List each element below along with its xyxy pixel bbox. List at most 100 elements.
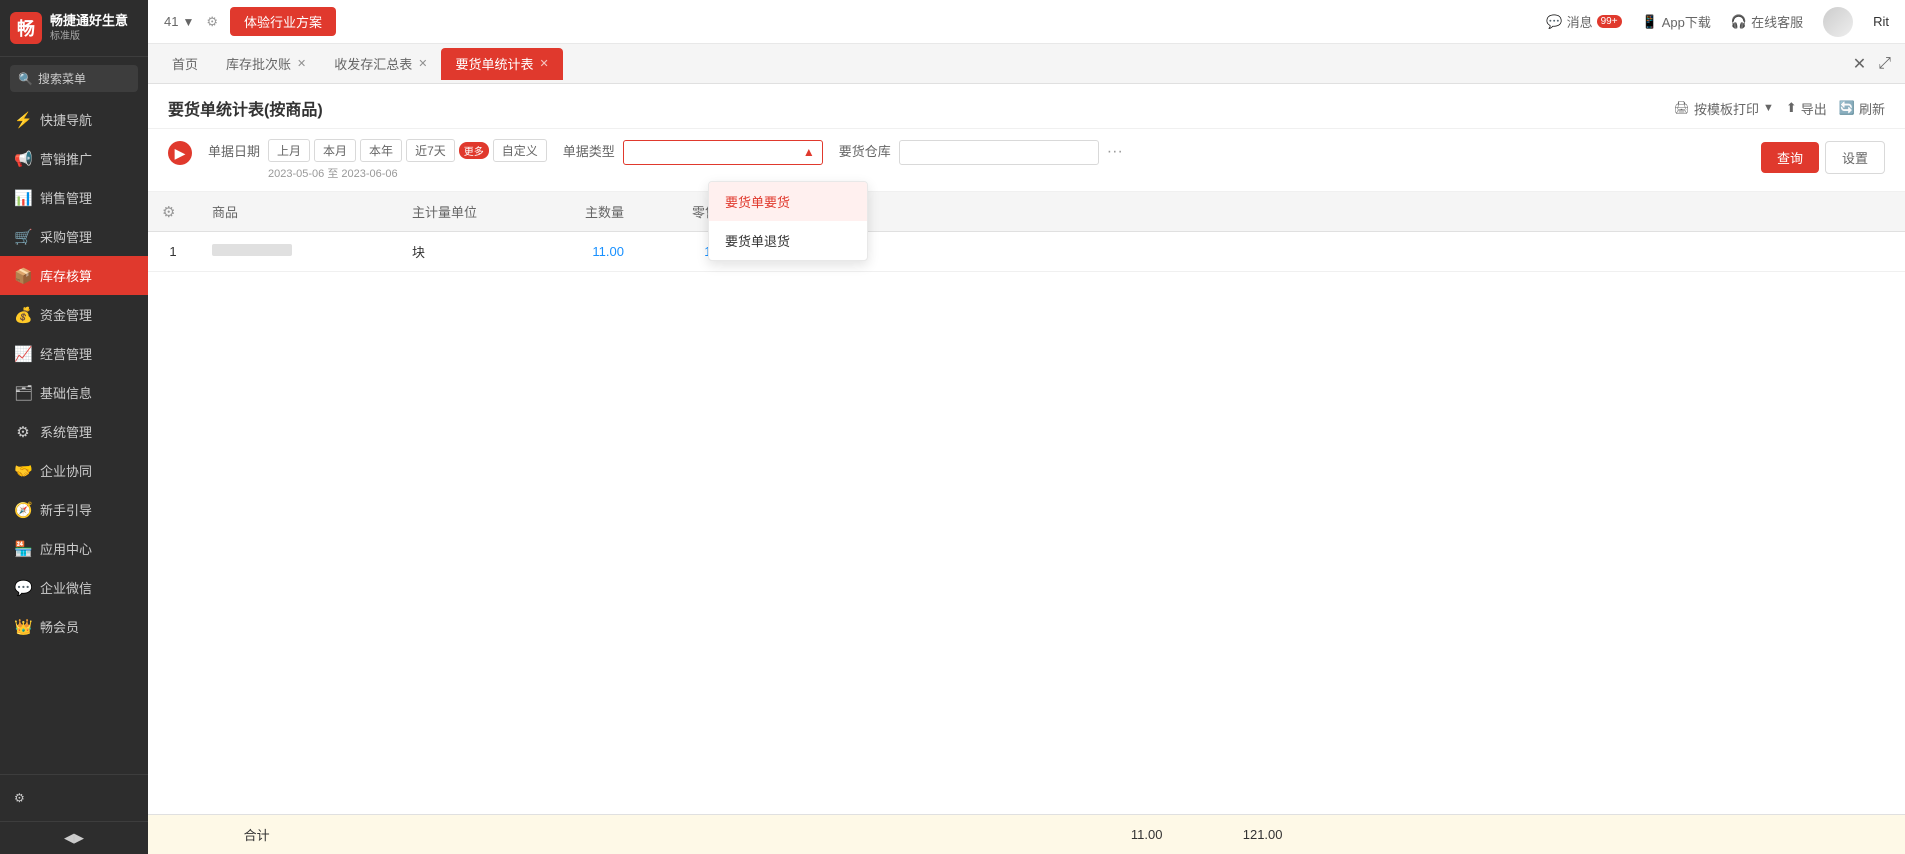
sidebar-item-marketing[interactable]: 📢 营销推广 — [0, 139, 148, 178]
guide-icon: 🧭 — [14, 501, 32, 519]
date-filter-section: 单据日期 上月 本月 本年 近7天 更多 自定义 2023-05-06 至 20… — [208, 139, 547, 181]
dropdown-item-order-goods[interactable]: 要货单要货 — [709, 182, 867, 221]
quick-date-this-year[interactable]: 本年 — [360, 139, 402, 162]
tabs-actions: ✕ ⤢ — [1849, 50, 1895, 78]
sidebar-item-inventory[interactable]: 📦 库存核算 — [0, 256, 148, 295]
tab-summary[interactable]: 收发存汇总表 ✕ — [320, 48, 441, 80]
operations-icon: 📈 — [14, 345, 32, 363]
cell-unit: 块 — [398, 232, 518, 272]
logo-text: 畅捷通好生意 标准版 — [50, 12, 128, 44]
print-dropdown-icon: ▼ — [1763, 102, 1774, 114]
tab-home-label: 首页 — [172, 54, 198, 73]
data-table: ⚙ 商品 主计量单位 主数量 零售金额 1 — [148, 192, 1905, 272]
qty-link[interactable]: 11.00 — [592, 244, 624, 259]
message-icon: 💬 — [1546, 14, 1562, 30]
quick-date-buttons: 上月 本月 本年 近7天 更多 自定义 — [268, 139, 547, 162]
footer-amount: 121.00 — [1177, 827, 1297, 842]
sidebar-search-menu[interactable]: 🔍 搜索菜单 — [10, 65, 138, 92]
tab-home[interactable]: 首页 — [158, 48, 212, 80]
finance-label: 资金管理 — [40, 305, 92, 324]
type-input-wrap: ▲ — [623, 140, 823, 165]
sidebar-item-shortcuts[interactable]: ⚡ 快捷导航 — [0, 100, 148, 139]
page-actions: 🖨 按模板打印 ▼ ⬆ 导出 🔄 刷新 — [1673, 99, 1885, 118]
print-icon: 🖨 — [1673, 100, 1690, 116]
messages-button[interactable]: 💬 消息 99+ — [1546, 12, 1621, 31]
content-area: 要货单统计表(按商品) 🖨 按模板打印 ▼ ⬆ 导出 🔄 刷新 ▶ — [148, 84, 1905, 854]
logo-icon: 畅 — [10, 12, 42, 44]
footer-total-label: 合计 — [162, 825, 462, 844]
sidebar-item-system[interactable]: ⚙ 系统管理 — [0, 412, 148, 451]
quick-date-last-month[interactable]: 上月 — [268, 139, 310, 162]
tab-expand-button[interactable]: ⤢ — [1874, 51, 1895, 77]
filter-actions: 查询 设置 — [1761, 141, 1885, 174]
tab-order-stats[interactable]: 要货单统计表 ✕ — [441, 48, 562, 80]
bottom-settings-icon: ⚙ — [14, 791, 25, 805]
type-filter-input[interactable] — [623, 140, 823, 165]
type-dropdown: 要货单要货 要货单退货 — [708, 181, 868, 261]
sidebar-bottom-settings[interactable]: ⚙ — [0, 783, 148, 813]
user-avatar[interactable] — [1823, 7, 1853, 37]
col-header-unit: 主计量单位 — [398, 192, 518, 232]
store-selector[interactable]: 41 ▼ — [164, 14, 194, 29]
sidebar-item-sales[interactable]: 📊 销售管理 — [0, 178, 148, 217]
online-service-button[interactable]: 🎧 在线客服 — [1731, 12, 1803, 31]
more-dates-badge[interactable]: 更多 — [459, 142, 489, 159]
date-range-display: 2023-05-06 至 2023-06-06 — [268, 165, 547, 181]
trial-btn[interactable]: 体验行业方案 — [230, 7, 336, 36]
goods-placeholder — [212, 244, 292, 256]
table-body: 1 块 11.00 121.00 — [148, 232, 1905, 272]
tabs-bar: 首页 库存批次账 ✕ 收发存汇总表 ✕ 要货单统计表 ✕ ✕ ⤢ — [148, 44, 1905, 84]
tab-batch-close[interactable]: ✕ — [297, 57, 306, 70]
sidebar-item-enterprise[interactable]: 🤝 企业协同 — [0, 451, 148, 490]
vip-label: 畅会员 — [40, 617, 79, 636]
sidebar-item-vip[interactable]: 👑 畅会员 — [0, 607, 148, 646]
export-icon: ⬆ — [1786, 100, 1797, 116]
marketing-label: 营销推广 — [40, 149, 92, 168]
sales-icon: 📊 — [14, 189, 32, 207]
tab-order-stats-close[interactable]: ✕ — [540, 57, 549, 70]
refresh-button[interactable]: 🔄 刷新 — [1839, 99, 1885, 118]
tab-batch[interactable]: 库存批次账 ✕ — [212, 48, 320, 80]
filter-expand-button[interactable]: ▶ — [168, 141, 192, 165]
sidebar-collapse-button[interactable]: ◀▶ — [0, 821, 148, 854]
col-header-index: ⚙ — [148, 192, 198, 232]
messages-label: 消息 — [1567, 12, 1593, 31]
shortcuts-icon: ⚡ — [14, 111, 32, 129]
quick-date-7days[interactable]: 近7天 — [406, 139, 455, 162]
finance-icon: 💰 — [14, 306, 32, 324]
vip-icon: 👑 — [14, 618, 32, 636]
dropdown-item-order-return[interactable]: 要货单退货 — [709, 221, 867, 260]
tab-close-all-button[interactable]: ✕ — [1849, 50, 1870, 78]
col-header-qty: 主数量 — [518, 192, 638, 232]
sidebar-item-appstore[interactable]: 🏪 应用中心 — [0, 529, 148, 568]
sidebar-item-purchase[interactable]: 🛒 采购管理 — [0, 217, 148, 256]
query-button[interactable]: 查询 — [1761, 142, 1819, 173]
tab-summary-close[interactable]: ✕ — [418, 57, 427, 70]
app-download-label: App下载 — [1662, 12, 1711, 31]
sidebar-nav: ⚡ 快捷导航 📢 营销推广 📊 销售管理 🛒 采购管理 📦 库存核算 💰 资金管… — [0, 100, 148, 774]
table-area: ⚙ 商品 主计量单位 主数量 零售金额 1 — [148, 192, 1905, 814]
filter-bar: ▶ 单据日期 上月 本月 本年 近7天 更多 自定义 2023-05-06 至 … — [148, 129, 1905, 192]
sidebar-item-finance[interactable]: 💰 资金管理 — [0, 295, 148, 334]
main-area: 41 ▼ ⚙ 体验行业方案 💬 消息 99+ 📱 App下载 🎧 在线客服 R — [148, 0, 1905, 854]
export-button[interactable]: ⬆ 导出 — [1786, 99, 1827, 118]
sidebar-item-wechat[interactable]: 💬 企业微信 — [0, 568, 148, 607]
settings-button[interactable]: 设置 — [1825, 141, 1885, 174]
search-icon: 🔍 — [18, 72, 33, 86]
print-button[interactable]: 🖨 按模板打印 ▼ — [1673, 99, 1773, 118]
appstore-label: 应用中心 — [40, 539, 92, 558]
header-settings-icon[interactable]: ⚙ — [206, 14, 218, 30]
custom-date-button[interactable]: 自定义 — [493, 139, 547, 162]
service-icon: 🎧 — [1731, 14, 1747, 30]
sidebar-item-basic[interactable]: 🗂 基础信息 — [0, 373, 148, 412]
refresh-icon: 🔄 — [1839, 100, 1855, 116]
date-filter-label: 单据日期 — [208, 139, 260, 165]
quick-date-this-month[interactable]: 本月 — [314, 139, 356, 162]
warehouse-more-icon[interactable]: ··· — [1107, 143, 1123, 161]
app-download-button[interactable]: 📱 App下载 — [1642, 12, 1711, 31]
shortcuts-label: 快捷导航 — [40, 110, 92, 129]
sidebar-item-guide[interactable]: 🧭 新手引导 — [0, 490, 148, 529]
table-settings-icon[interactable]: ⚙ — [162, 204, 175, 221]
warehouse-filter-input[interactable] — [899, 140, 1099, 165]
sidebar-item-operations[interactable]: 📈 经营管理 — [0, 334, 148, 373]
